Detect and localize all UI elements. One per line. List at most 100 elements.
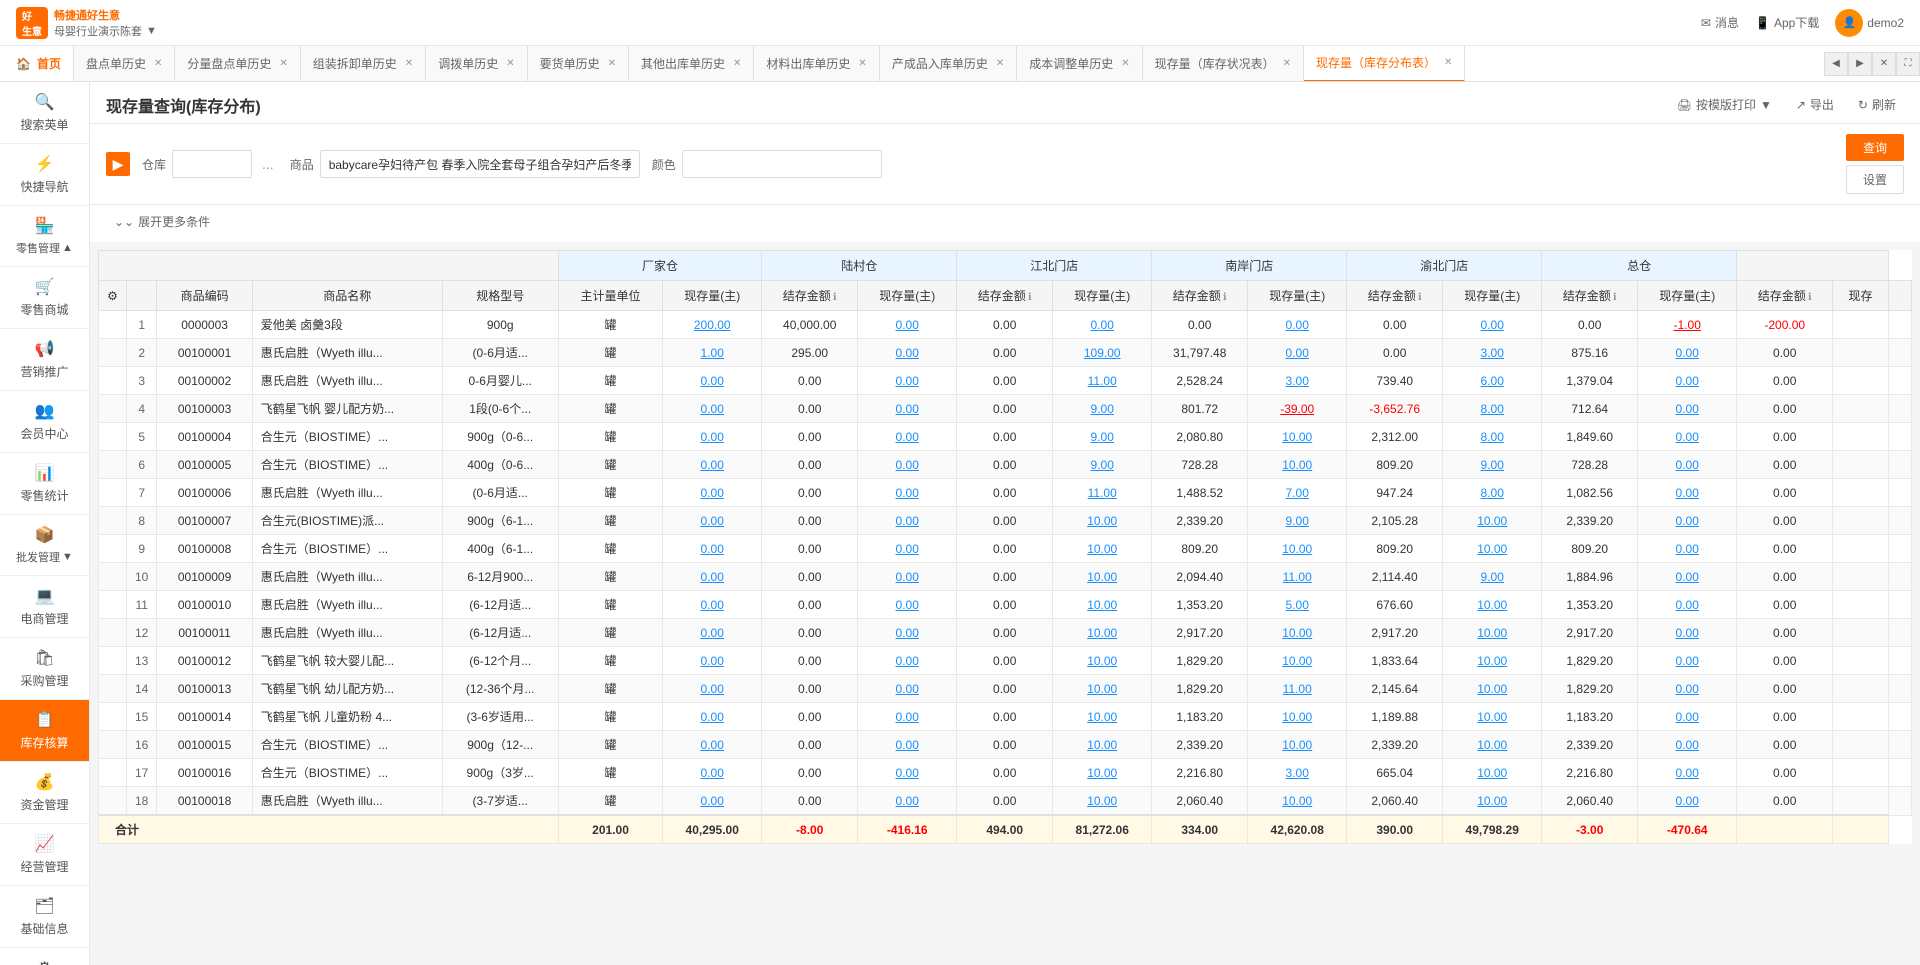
cell-total-qty[interactable]: -1.00	[1638, 311, 1737, 339]
cell-total-qty[interactable]: 0.00	[1638, 339, 1737, 367]
tab-close-inventory[interactable]: ✕	[154, 58, 162, 69]
cell-factory-qty[interactable]: 0.00	[663, 759, 762, 787]
tab-close-material-out[interactable]: ✕	[858, 58, 866, 69]
sidebar-item-marketing[interactable]: 📢 营销推广	[0, 329, 89, 391]
cell-yubei-qty[interactable]: 8.00	[1443, 395, 1542, 423]
cell-jiangbei-qty[interactable]: 0.00	[1053, 311, 1152, 339]
cell-jiangbei-qty[interactable]: 11.00	[1053, 479, 1152, 507]
cell-lu-qty[interactable]: 0.00	[858, 367, 957, 395]
cell-total-qty[interactable]: 0.00	[1638, 675, 1737, 703]
cell-nanan-qty[interactable]: 5.00	[1248, 591, 1347, 619]
cell-lu-qty[interactable]: 0.00	[858, 563, 957, 591]
tab-expand-btn[interactable]: ⛶	[1896, 52, 1920, 76]
tab-stock-dist[interactable]: 现存量（库存分布表） ✕	[1304, 46, 1465, 82]
tab-cost-adjust[interactable]: 成本调整单历史 ✕	[1017, 46, 1142, 82]
tab-close-combo[interactable]: ✕	[405, 58, 413, 69]
warehouse-dots-btn[interactable]: ...	[258, 156, 278, 172]
sidebar-item-ecom[interactable]: 💻 电商管理	[0, 576, 89, 638]
tab-close-demand[interactable]: ✕	[608, 58, 616, 69]
cell-lu-qty[interactable]: 0.00	[858, 591, 957, 619]
cell-nanan-qty[interactable]: 9.00	[1248, 507, 1347, 535]
cell-jiangbei-qty[interactable]: 9.00	[1053, 423, 1152, 451]
cell-yubei-qty[interactable]: 9.00	[1443, 563, 1542, 591]
sidebar-item-retail-shop[interactable]: 🛒 零售商城	[0, 267, 89, 329]
cell-nanan-qty[interactable]: 10.00	[1248, 647, 1347, 675]
cell-yubei-qty[interactable]: 10.00	[1443, 647, 1542, 675]
cell-yubei-qty[interactable]: 10.00	[1443, 787, 1542, 816]
sidebar-item-search[interactable]: 🔍 搜索英单	[0, 82, 89, 144]
cell-jiangbei-qty[interactable]: 109.00	[1053, 339, 1152, 367]
sidebar-item-basic[interactable]: 🗂 基础信息	[0, 886, 89, 948]
tab-close-stock-status[interactable]: ✕	[1283, 58, 1291, 69]
cell-factory-qty[interactable]: 0.00	[663, 619, 762, 647]
cell-lu-qty[interactable]: 0.00	[858, 647, 957, 675]
refresh-btn[interactable]: ↻ 刷新	[1850, 92, 1904, 117]
cell-lu-qty[interactable]: 0.00	[858, 507, 957, 535]
tab-material-out[interactable]: 材料出库单历史 ✕	[754, 46, 879, 82]
cell-yubei-qty[interactable]: 3.00	[1443, 339, 1542, 367]
cell-lu-qty[interactable]: 0.00	[858, 703, 957, 731]
cell-yubei-qty[interactable]: 10.00	[1443, 731, 1542, 759]
cell-nanan-qty[interactable]: 10.00	[1248, 535, 1347, 563]
cell-nanan-qty[interactable]: 0.00	[1248, 311, 1347, 339]
cell-total-qty[interactable]: 0.00	[1638, 619, 1737, 647]
cell-nanan-qty[interactable]: -39.00	[1248, 395, 1347, 423]
cell-yubei-qty[interactable]: 10.00	[1443, 703, 1542, 731]
settings-btn[interactable]: 设置	[1846, 165, 1904, 194]
cell-lu-qty[interactable]: 0.00	[858, 535, 957, 563]
cell-factory-qty[interactable]: 0.00	[663, 731, 762, 759]
cell-lu-qty[interactable]: 0.00	[858, 619, 957, 647]
cell-lu-qty[interactable]: 0.00	[858, 423, 957, 451]
sidebar-item-ops[interactable]: 📈 经营管理	[0, 824, 89, 886]
messages-btn[interactable]: ✉ 消息	[1701, 14, 1739, 31]
cell-yubei-qty[interactable]: 10.00	[1443, 591, 1542, 619]
cell-yubei-qty[interactable]: 10.00	[1443, 507, 1542, 535]
cell-jiangbei-qty[interactable]: 9.00	[1053, 451, 1152, 479]
tab-close-split[interactable]: ✕	[279, 58, 287, 69]
tab-split-inventory[interactable]: 分量盘点单历史 ✕	[175, 46, 300, 82]
sidebar-item-retail-stats[interactable]: 📊 零售统计	[0, 453, 89, 515]
cell-jiangbei-qty[interactable]: 10.00	[1053, 647, 1152, 675]
cell-nanan-qty[interactable]: 10.00	[1248, 619, 1347, 647]
cell-jiangbei-qty[interactable]: 10.00	[1053, 619, 1152, 647]
tab-close-product-in[interactable]: ✕	[996, 58, 1004, 69]
sidebar-item-wholesale[interactable]: 📦 批发管理 ▼	[0, 515, 89, 576]
cell-nanan-qty[interactable]: 10.00	[1248, 703, 1347, 731]
cell-factory-qty[interactable]: 0.00	[663, 675, 762, 703]
cell-nanan-qty[interactable]: 10.00	[1248, 731, 1347, 759]
cell-total-qty[interactable]: 0.00	[1638, 647, 1737, 675]
cell-lu-qty[interactable]: 0.00	[858, 675, 957, 703]
query-btn[interactable]: 查询	[1846, 134, 1904, 161]
cell-yubei-qty[interactable]: 10.00	[1443, 535, 1542, 563]
cell-total-qty[interactable]: 0.00	[1638, 479, 1737, 507]
cell-lu-qty[interactable]: 0.00	[858, 395, 957, 423]
cell-nanan-qty[interactable]: 3.00	[1248, 759, 1347, 787]
tab-combo[interactable]: 组装拆卸单历史 ✕	[301, 46, 426, 82]
color-input[interactable]	[682, 150, 882, 178]
sidebar-item-shortcut[interactable]: ⚡ 快捷导航	[0, 144, 89, 206]
cell-nanan-qty[interactable]: 11.00	[1248, 563, 1347, 591]
cell-factory-qty[interactable]: 0.00	[663, 479, 762, 507]
user-menu[interactable]: 👤 demo2	[1835, 9, 1904, 37]
cell-lu-qty[interactable]: 0.00	[858, 759, 957, 787]
cell-total-qty[interactable]: 0.00	[1638, 535, 1737, 563]
tab-other-out[interactable]: 其他出库单历史 ✕	[629, 46, 754, 82]
export-btn[interactable]: ↗ 导出	[1788, 92, 1842, 117]
cell-factory-qty[interactable]: 0.00	[663, 535, 762, 563]
sidebar-item-inventory-check[interactable]: 📋 库存核算	[0, 700, 89, 762]
cell-yubei-qty[interactable]: 6.00	[1443, 367, 1542, 395]
cell-factory-qty[interactable]: 0.00	[663, 647, 762, 675]
cell-nanan-qty[interactable]: 3.00	[1248, 367, 1347, 395]
cell-jiangbei-qty[interactable]: 10.00	[1053, 787, 1152, 816]
cell-jiangbei-qty[interactable]: 11.00	[1053, 367, 1152, 395]
cell-nanan-qty[interactable]: 11.00	[1248, 675, 1347, 703]
tab-transfer[interactable]: 调拨单历史 ✕	[426, 46, 527, 82]
cell-nanan-qty[interactable]: 10.00	[1248, 451, 1347, 479]
cell-nanan-qty[interactable]: 7.00	[1248, 479, 1347, 507]
cell-jiangbei-qty[interactable]: 10.00	[1053, 703, 1152, 731]
cell-lu-qty[interactable]: 0.00	[858, 479, 957, 507]
cell-yubei-qty[interactable]: 9.00	[1443, 451, 1542, 479]
cell-lu-qty[interactable]: 0.00	[858, 731, 957, 759]
sidebar-item-purchase[interactable]: 🛍 采购管理	[0, 638, 89, 700]
cell-total-qty[interactable]: 0.00	[1638, 759, 1737, 787]
